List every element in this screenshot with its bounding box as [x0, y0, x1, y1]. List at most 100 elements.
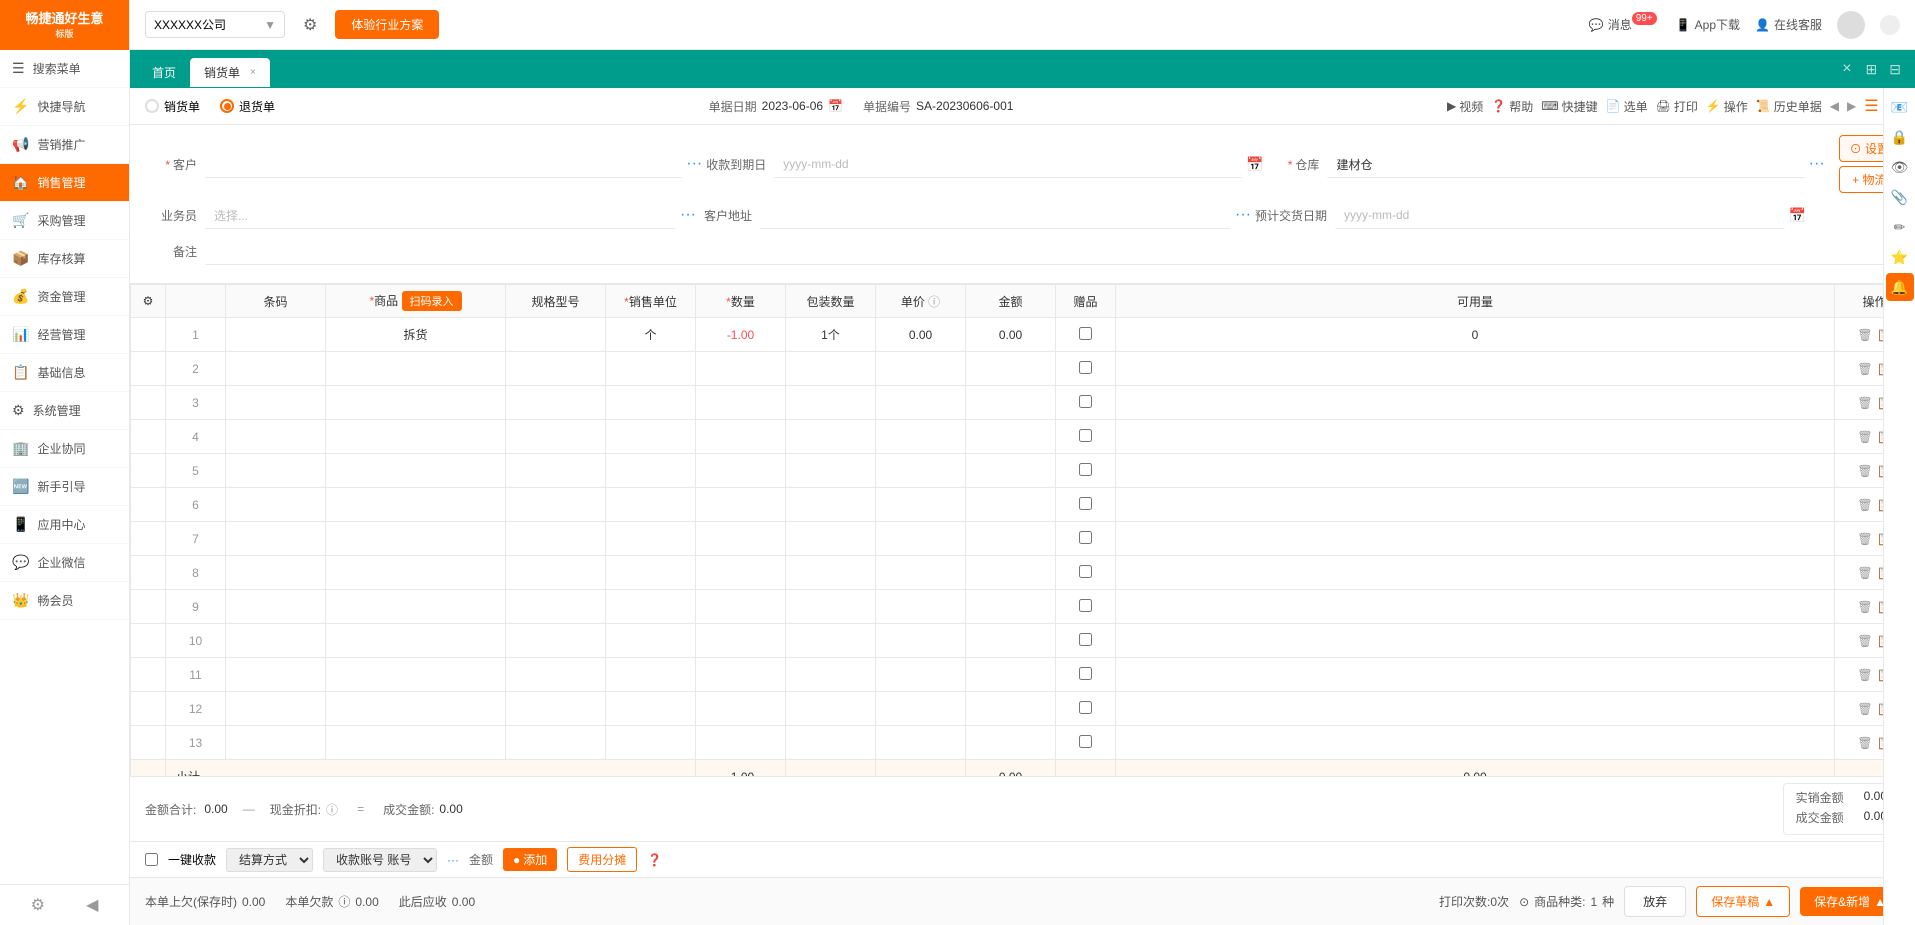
sidebar-settings-icon[interactable]: ⚙: [31, 895, 45, 915]
gift-c13[interactable]: [1079, 735, 1092, 748]
td-gift-1[interactable]: [1056, 318, 1116, 352]
company-selector[interactable]: XXXXXX公司 ▼: [145, 11, 285, 38]
del5[interactable]: 🗑: [1857, 464, 1872, 478]
rp-attach-icon[interactable]: 📎: [1886, 183, 1914, 211]
message-button[interactable]: 💬 消息 99+: [1589, 16, 1661, 33]
due-date-calendar-icon[interactable]: 📅: [1242, 156, 1267, 173]
customer-address-input[interactable]: [760, 201, 1231, 229]
gift-c10[interactable]: [1079, 633, 1092, 646]
method-select[interactable]: 结算方式: [226, 848, 313, 872]
sidebar-item-system[interactable]: ⚙ 系统管理: [0, 392, 129, 430]
notes-input[interactable]: [205, 237, 1900, 265]
del12[interactable]: 🗑: [1857, 702, 1872, 716]
gift-c11[interactable]: [1079, 667, 1092, 680]
del8[interactable]: 🗑: [1857, 566, 1872, 580]
settings-button[interactable]: ⚙: [295, 11, 325, 39]
online-support-button[interactable]: 👤 在线客服: [1755, 16, 1822, 33]
nav-prev-icon[interactable]: ◀: [1830, 99, 1839, 113]
td-barcode-1[interactable]: [226, 318, 326, 352]
rp-eye-icon[interactable]: 👁: [1886, 153, 1914, 181]
td-amount-1[interactable]: 0.00: [966, 318, 1056, 352]
gift-c4[interactable]: [1079, 429, 1092, 442]
rp-lock-icon[interactable]: 🔒: [1886, 123, 1914, 151]
save-draft-button[interactable]: 保存草稿 ▲: [1696, 886, 1790, 917]
gift-c7[interactable]: [1079, 531, 1092, 544]
operate-action[interactable]: ⚡ 操作: [1706, 98, 1748, 115]
sidebar-item-capital[interactable]: 💰 资金管理: [0, 278, 129, 316]
expand-icon[interactable]: ⊞: [1860, 61, 1884, 78]
print-action[interactable]: 🖨 打印: [1656, 98, 1698, 115]
close-panel-icon[interactable]: ×: [1834, 60, 1859, 78]
sidebar-item-marketing[interactable]: 📢 营销推广: [0, 126, 129, 164]
gift-checkbox-2[interactable]: [1079, 361, 1092, 374]
sidebar-item-enterprise[interactable]: 🏢 企业协同: [0, 430, 129, 468]
td-unit-1[interactable]: 个: [606, 318, 696, 352]
due-date-input[interactable]: yyyy-mm-dd: [774, 150, 1242, 178]
sidebar-item-member[interactable]: 👑 畅会员: [0, 582, 129, 620]
tab-close-icon[interactable]: ×: [250, 67, 256, 78]
trial-button[interactable]: 体验行业方案: [335, 10, 439, 39]
del4[interactable]: 🗑: [1857, 430, 1872, 444]
nav-next-icon[interactable]: ▶: [1847, 99, 1856, 113]
salesperson-input[interactable]: 选择...: [205, 201, 676, 229]
sidebar-collapse-icon[interactable]: ◀: [86, 895, 98, 915]
sidebar-item-app-center[interactable]: 📱 应用中心: [0, 506, 129, 544]
sidebar-item-basic-info[interactable]: 📋 基础信息: [0, 354, 129, 392]
td-product-1[interactable]: 拆货: [326, 318, 506, 352]
del9[interactable]: 🗑: [1857, 600, 1872, 614]
account-select[interactable]: 收款账号 账号: [323, 848, 437, 872]
delivery-date-input[interactable]: yyyy-mm-dd: [1335, 201, 1785, 229]
del13[interactable]: 🗑: [1857, 736, 1872, 750]
goods-radio-icon[interactable]: ⊙: [1519, 895, 1529, 909]
owed-info-icon[interactable]: ⓘ: [338, 893, 350, 910]
customer-input[interactable]: [205, 150, 682, 178]
sidebar-item-purchase[interactable]: 🛒 采购管理: [0, 202, 129, 240]
warehouse-input[interactable]: 建材仓: [1327, 150, 1804, 178]
help-action[interactable]: ❓ 帮助: [1491, 98, 1533, 115]
del2[interactable]: 🗑: [1857, 362, 1872, 376]
sidebar-item-wechat[interactable]: 💬 企业微信: [0, 544, 129, 582]
rp-edit-icon[interactable]: ✏: [1886, 213, 1914, 241]
delete-icon-1[interactable]: 🗑: [1857, 328, 1872, 342]
del6[interactable]: 🗑: [1857, 498, 1872, 512]
discard-button[interactable]: 放弃: [1624, 886, 1686, 917]
payment-more-icon[interactable]: ···: [447, 853, 459, 867]
gift-c5[interactable]: [1079, 463, 1092, 476]
expense-button[interactable]: 费用分摊: [567, 847, 637, 872]
sidebar-item-inventory[interactable]: 📦 库存核算: [0, 240, 129, 278]
list-view-icon[interactable]: ☰: [1864, 96, 1878, 116]
rp-notification-icon[interactable]: 🔔: [1886, 273, 1914, 301]
gift-c12[interactable]: [1079, 701, 1092, 714]
del11[interactable]: 🗑: [1857, 668, 1872, 682]
gift-checkbox-1[interactable]: [1079, 327, 1092, 340]
td-spec-1[interactable]: [506, 318, 606, 352]
delivery-calendar-icon[interactable]: 📅: [1785, 207, 1810, 224]
salesperson-more-icon[interactable]: ···: [676, 206, 700, 224]
address-more-icon[interactable]: ···: [1231, 206, 1255, 224]
grid-icon[interactable]: ⊟: [1883, 61, 1907, 78]
radio-sales[interactable]: 销货单: [145, 98, 200, 115]
gift-c9[interactable]: [1079, 599, 1092, 612]
add-payment-button[interactable]: ● 添加: [503, 848, 557, 871]
del7[interactable]: 🗑: [1857, 532, 1872, 546]
td-qty-1[interactable]: -1.00: [696, 318, 786, 352]
app-download-button[interactable]: 📱 App下载: [1676, 16, 1740, 33]
cash-discount-info-icon[interactable]: ⓘ: [326, 801, 338, 818]
user-avatar[interactable]: [1837, 11, 1865, 39]
td-price-1[interactable]: 0.00: [876, 318, 966, 352]
radio-return[interactable]: 退货单: [220, 98, 275, 115]
shortcut-action[interactable]: ⌨ 快捷键: [1541, 98, 1597, 115]
expense-help-icon[interactable]: ❓: [647, 853, 662, 867]
del3[interactable]: 🗑: [1857, 396, 1872, 410]
history-action[interactable]: 📜 历史单据: [1756, 98, 1822, 115]
rp-star-icon[interactable]: ⭐: [1886, 243, 1914, 271]
sidebar-item-guide[interactable]: 🆕 新手引导: [0, 468, 129, 506]
del10[interactable]: 🗑: [1857, 634, 1872, 648]
th-settings[interactable]: ⚙: [131, 285, 166, 318]
one-click-checkbox[interactable]: [145, 853, 158, 866]
td-packqty-1[interactable]: 1个: [786, 318, 876, 352]
gift-c8[interactable]: [1079, 565, 1092, 578]
warehouse-more-icon[interactable]: ···: [1805, 155, 1829, 173]
tab-home[interactable]: 首页: [138, 58, 190, 87]
scan-btn[interactable]: 扫码录入: [402, 291, 462, 311]
